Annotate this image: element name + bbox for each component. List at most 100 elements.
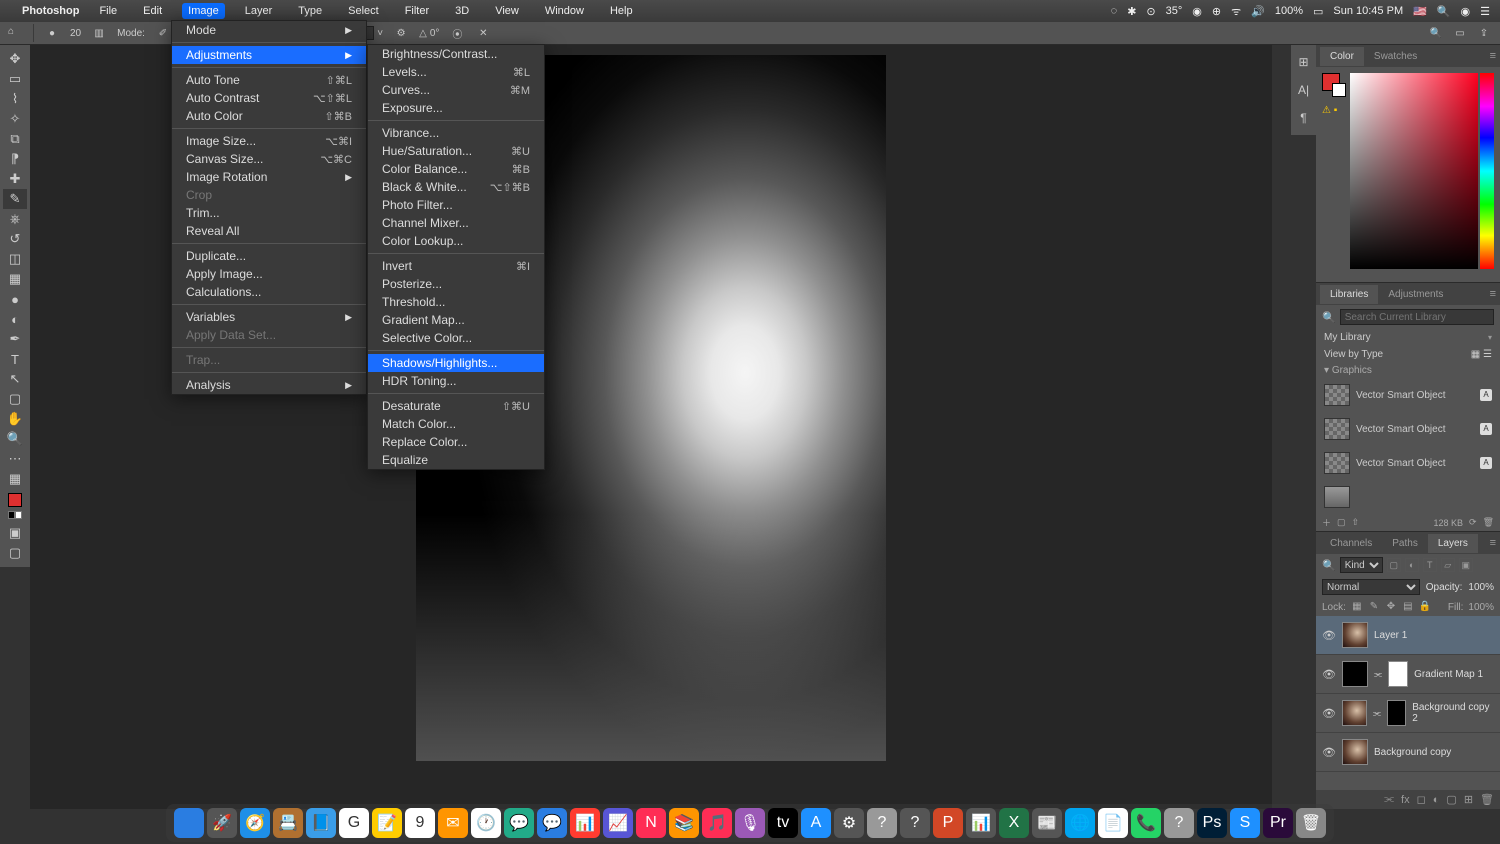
link-icon[interactable]: ⫘ xyxy=(1374,669,1382,680)
menuitem-brightness-contrast-[interactable]: Brightness/Contrast... xyxy=(368,45,544,63)
menuitem-variables[interactable]: Variables▶ xyxy=(172,308,366,326)
panel-menu-icon[interactable]: ≡ xyxy=(1490,537,1496,549)
share-icon[interactable]: ⇪ xyxy=(1476,25,1492,41)
view-by-label[interactable]: View by Type xyxy=(1324,349,1383,360)
brush-settings-icon[interactable]: ▥ xyxy=(91,25,107,41)
dock-app-icon[interactable]: G xyxy=(339,808,369,838)
brush-preset-icon[interactable]: ● xyxy=(44,25,60,41)
dock-app-icon[interactable]: ✉ xyxy=(438,808,468,838)
panel-menu-icon[interactable]: ≡ xyxy=(1490,50,1496,62)
dock-app-icon[interactable]: 📝 xyxy=(372,808,402,838)
menuitem-hue-saturation-[interactable]: Hue/Saturation...⌘U xyxy=(368,142,544,160)
dock-app-icon[interactable]: ⚙ xyxy=(834,808,864,838)
layer-row[interactable]: 👁Background copy xyxy=(1316,733,1500,772)
menuitem-curves-[interactable]: Curves...⌘M xyxy=(368,81,544,99)
notification-icon[interactable]: ☰ xyxy=(1480,5,1490,18)
dock-app-icon[interactable]: 📞 xyxy=(1131,808,1161,838)
gradient-tool[interactable]: ▦ xyxy=(3,269,27,289)
layer-thumb[interactable] xyxy=(1342,700,1367,726)
tab-paths[interactable]: Paths xyxy=(1382,534,1428,553)
hand-tool[interactable]: ✋ xyxy=(3,409,27,429)
menuitem-threshold-[interactable]: Threshold... xyxy=(368,293,544,311)
visibility-icon[interactable]: 👁 xyxy=(1322,668,1336,681)
dock-app-icon[interactable]: X xyxy=(999,808,1029,838)
layer-thumb[interactable] xyxy=(1342,622,1368,648)
list-view-icon[interactable]: ☰ xyxy=(1483,349,1492,360)
menuitem-desaturate[interactable]: Desaturate⇧⌘U xyxy=(368,397,544,415)
mask-icon[interactable]: ◻ xyxy=(1417,793,1426,806)
panel-menu-icon[interactable]: ≡ xyxy=(1490,288,1496,300)
marquee-tool[interactable]: ▭ xyxy=(3,69,27,89)
menu-image[interactable]: Image xyxy=(182,3,225,19)
dock-app-icon[interactable]: 📰 xyxy=(1032,808,1062,838)
menuitem-apply-image-[interactable]: Apply Image... xyxy=(172,265,366,283)
menuitem-vibrance-[interactable]: Vibrance... xyxy=(368,124,544,142)
path-tool[interactable]: ↖ xyxy=(3,369,27,389)
layer-row[interactable]: 👁⫘Background copy 2 xyxy=(1316,694,1500,733)
menuitem-exposure-[interactable]: Exposure... xyxy=(368,99,544,117)
menuitem-posterize-[interactable]: Posterize... xyxy=(368,275,544,293)
screenmode-tool[interactable]: ▢ xyxy=(3,543,27,563)
status-icon[interactable]: ⊕ xyxy=(1212,5,1221,18)
dock-app-icon[interactable]: 📚 xyxy=(669,808,699,838)
hue-slider[interactable] xyxy=(1480,73,1494,269)
edit-toolbar[interactable]: ▦ xyxy=(3,469,27,489)
background-swatch[interactable] xyxy=(1332,83,1346,97)
foreground-color[interactable] xyxy=(8,493,22,507)
default-colors[interactable] xyxy=(8,511,22,519)
dock-app-icon[interactable]: 🌐 xyxy=(1065,808,1095,838)
library-search-input[interactable] xyxy=(1340,309,1494,325)
library-item[interactable]: Vector Smart ObjectA xyxy=(1316,446,1500,480)
dock-app-icon[interactable]: 🎵 xyxy=(702,808,732,838)
library-thumb[interactable] xyxy=(1324,486,1350,508)
lock-all-icon[interactable]: 🔒 xyxy=(1419,601,1431,613)
lasso-tool[interactable]: ⌇ xyxy=(3,89,27,109)
menuitem-photo-filter-[interactable]: Photo Filter... xyxy=(368,196,544,214)
layer-row[interactable]: 👁Layer 1 xyxy=(1316,616,1500,655)
dock-app-icon[interactable]: tv xyxy=(768,808,798,838)
layer-name[interactable]: Layer 1 xyxy=(1374,630,1407,641)
dock-app-icon[interactable]: ? xyxy=(1164,808,1194,838)
lock-pixel-icon[interactable]: ✎ xyxy=(1368,601,1380,613)
chevron-down-icon[interactable]: ▾ xyxy=(1488,333,1492,342)
dock-app-icon[interactable]: 🚀 xyxy=(207,808,237,838)
siri-icon[interactable]: ◉ xyxy=(1461,5,1471,18)
pen-tool[interactable]: ✒ xyxy=(3,329,27,349)
opacity-value[interactable]: 100% xyxy=(1468,582,1494,593)
filter-smart-icon[interactable]: ▣ xyxy=(1459,558,1473,572)
type-tool[interactable]: T xyxy=(3,349,27,369)
tab-swatches[interactable]: Swatches xyxy=(1364,47,1427,66)
menuitem-auto-tone[interactable]: Auto Tone⇧⌘L xyxy=(172,71,366,89)
fill-value[interactable]: 100% xyxy=(1468,602,1494,613)
status-icon[interactable]: ◌ xyxy=(1111,5,1118,17)
dock-app-icon[interactable]: 🧭 xyxy=(240,808,270,838)
status-icon[interactable]: ⊙ xyxy=(1146,5,1155,18)
volume-icon[interactable]: 🔊 xyxy=(1251,5,1265,18)
filter-type-icon[interactable]: T xyxy=(1423,558,1437,572)
menuitem-reveal-all[interactable]: Reveal All xyxy=(172,222,366,240)
dock-app-icon[interactable]: 🗑 xyxy=(1296,808,1326,838)
brush-tool[interactable]: ✎ xyxy=(3,189,27,209)
dock-app-icon[interactable]: 📊 xyxy=(570,808,600,838)
dock-app-icon[interactable]: Ps xyxy=(1197,808,1227,838)
brush-size[interactable]: 20 xyxy=(70,28,81,39)
blend-mode-select[interactable]: Normal xyxy=(1322,579,1420,595)
gamut-warning-icon[interactable]: ⚠ ▪ xyxy=(1322,105,1337,116)
menuitem-trim-[interactable]: Trim... xyxy=(172,204,366,222)
airbrush-icon[interactable]: ✐ xyxy=(155,25,171,41)
crop-tool[interactable]: ⧉ xyxy=(3,129,27,149)
library-selector[interactable]: My Library xyxy=(1324,332,1371,343)
menu-type[interactable]: Type xyxy=(292,3,328,19)
dock-app-icon[interactable]: 💬 xyxy=(504,808,534,838)
dock-app-icon[interactable]: 📊 xyxy=(966,808,996,838)
home-icon[interactable]: ⌂ xyxy=(8,26,23,40)
lock-nest-icon[interactable]: ▤ xyxy=(1402,601,1414,613)
dock-app-icon[interactable]: Pr xyxy=(1263,808,1293,838)
tab-channels[interactable]: Channels xyxy=(1320,534,1382,553)
group-icon[interactable]: ▢ xyxy=(1446,793,1456,806)
dock-app-icon[interactable]: S xyxy=(1230,808,1260,838)
pressure-icon[interactable]: ⦿ xyxy=(449,25,465,41)
menu-3d[interactable]: 3D xyxy=(449,3,475,19)
angle-value[interactable]: 0° xyxy=(430,28,440,39)
menuitem-auto-contrast[interactable]: Auto Contrast⌥⇧⌘L xyxy=(172,89,366,107)
